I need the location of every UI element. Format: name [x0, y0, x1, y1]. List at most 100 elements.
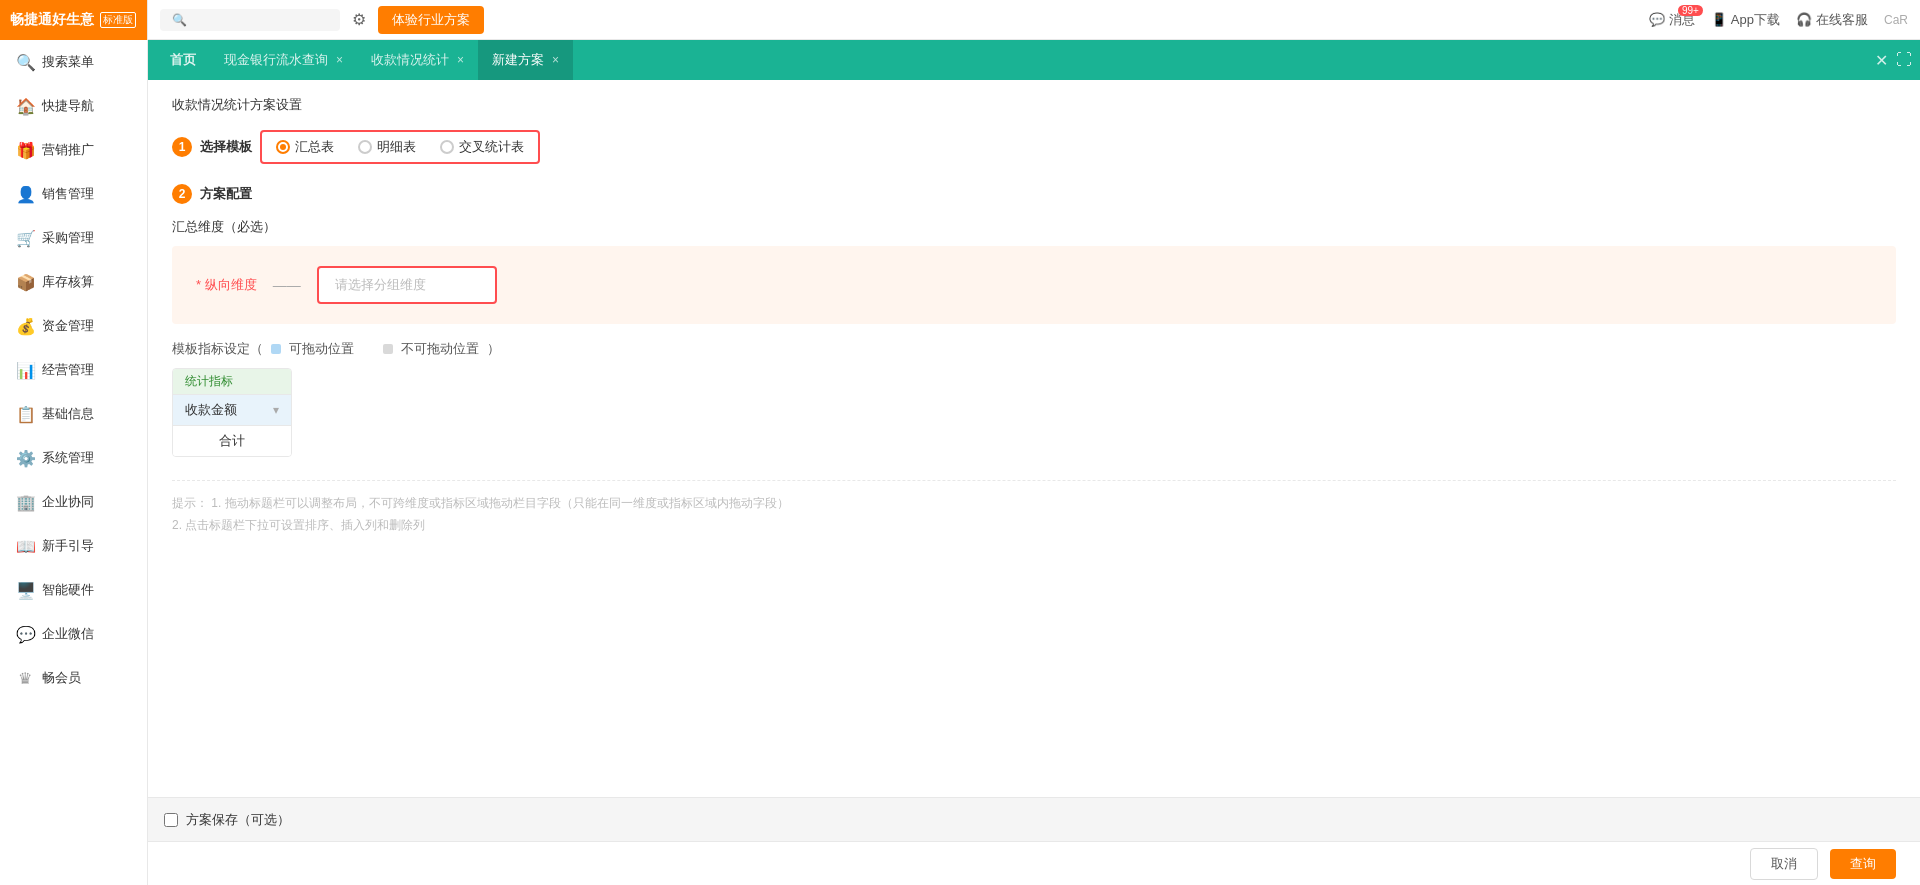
- tips-line2: 2. 点击标题栏下拉可设置排序、插入列和删除列: [172, 515, 1896, 537]
- user-icon: 👤: [16, 185, 34, 204]
- page-inner: 收款情况统计方案设置 1 选择模板 汇总表 明细表: [148, 80, 1920, 797]
- notification-button[interactable]: 💬 消息 99+: [1649, 11, 1695, 29]
- sidebar-item-weixin[interactable]: 💬 企业微信: [0, 612, 147, 656]
- logo-tag: 标准版: [100, 12, 136, 28]
- content-area: 收款情况统计方案设置 1 选择模板 汇总表 明细表: [148, 80, 1920, 841]
- tab-new-label: 新建方案: [492, 51, 544, 69]
- vip-icon: ♛: [16, 669, 34, 688]
- download-label: App下载: [1731, 11, 1780, 29]
- sidebar-item-sales[interactable]: 👤 销售管理: [0, 172, 147, 216]
- search-icon: 🔍: [16, 53, 34, 72]
- section-template: 1 选择模板 汇总表 明细表 交叉统计表: [172, 130, 1896, 164]
- close-tab-icon[interactable]: ✕: [1875, 51, 1888, 70]
- tab-home[interactable]: 首页: [156, 40, 210, 80]
- sidebar-item-label: 畅会员: [42, 669, 81, 687]
- radio-cross-label: 交叉统计表: [459, 138, 524, 156]
- sidebar-item-label: 智能硬件: [42, 581, 94, 599]
- trial-button[interactable]: 体验行业方案: [378, 6, 484, 34]
- search-icon: 🔍: [172, 13, 187, 27]
- sidebar-item-label: 快捷导航: [42, 97, 94, 115]
- gift-icon: 🎁: [16, 141, 34, 160]
- radio-detail-label: 明细表: [377, 138, 416, 156]
- sidebar-item-hardware[interactable]: 🖥️ 智能硬件: [0, 568, 147, 612]
- tab-collection-close[interactable]: ×: [457, 53, 464, 67]
- logo-text: 畅捷通好生意: [10, 11, 94, 29]
- sidebar-item-company[interactable]: 🏢 企业协同: [0, 480, 147, 524]
- config-section: 汇总维度（必选） * 纵向维度 —— 请选择分组维度 模板指标设定（ 可拖动位置: [172, 218, 1896, 460]
- tab-bank-close[interactable]: ×: [336, 53, 343, 67]
- metrics-item-label: 收款金额: [185, 401, 237, 419]
- tab-new-close[interactable]: ×: [552, 53, 559, 67]
- settings-icon[interactable]: ⚙: [348, 10, 370, 29]
- section2-title: 方案配置: [200, 185, 252, 203]
- tab-bank[interactable]: 现金银行流水查询 ×: [210, 40, 357, 80]
- metrics-sep: [362, 340, 375, 358]
- tab-new[interactable]: 新建方案 ×: [478, 40, 573, 80]
- section-config: 2 方案配置 汇总维度（必选） * 纵向维度 —— 请选择分组维度: [172, 184, 1896, 536]
- sidebar-item-guide[interactable]: 📖 新手引导: [0, 524, 147, 568]
- footer: 方案保存（可选）: [148, 797, 1920, 841]
- tabs-nav-right: ✕ ⛶: [1875, 51, 1912, 70]
- sidebar-item-operation[interactable]: 📊 经营管理: [0, 348, 147, 392]
- metrics-header-text: 模板指标设定（: [172, 340, 263, 358]
- sidebar-item-label: 企业微信: [42, 625, 94, 643]
- sidebar-logo: 畅捷通好生意 标准版: [0, 0, 147, 40]
- sidebar-item-purchase[interactable]: 🛒 采购管理: [0, 216, 147, 260]
- action-bar: 取消 查询: [148, 841, 1920, 885]
- sidebar-item-label: 营销推广: [42, 141, 94, 159]
- maximize-icon[interactable]: ⛶: [1896, 51, 1912, 69]
- download-icon: 📱: [1711, 12, 1727, 27]
- tab-collection[interactable]: 收款情况统计 ×: [357, 40, 478, 80]
- save-checkbox[interactable]: [164, 813, 178, 827]
- sidebar-item-basic[interactable]: 📋 基础信息: [0, 392, 147, 436]
- main-area: 🔍 ⚙ 体验行业方案 💬 消息 99+ 📱 App下载 🎧 在线客服 CaR 首…: [148, 0, 1920, 885]
- service-button[interactable]: 🎧 在线客服: [1796, 11, 1868, 29]
- section1-num: 1: [172, 137, 192, 157]
- download-button[interactable]: 📱 App下载: [1711, 11, 1780, 29]
- radio-detail-circle: [358, 140, 372, 154]
- metrics-total: 合计: [173, 426, 291, 456]
- sidebar-item-inventory[interactable]: 📦 库存核算: [0, 260, 147, 304]
- chat-icon: 💬: [16, 625, 34, 644]
- tabs-nav: 首页 现金银行流水查询 × 收款情况统计 × 新建方案 × ✕ ⛶: [148, 40, 1920, 80]
- sidebar-item-vip[interactable]: ♛ 畅会员: [0, 656, 147, 700]
- radio-summary-circle: [276, 140, 290, 154]
- sidebar-item-label: 基础信息: [42, 405, 94, 423]
- dimension-select[interactable]: 请选择分组维度: [317, 266, 497, 304]
- topbar: 🔍 ⚙ 体验行业方案 💬 消息 99+ 📱 App下载 🎧 在线客服 CaR: [148, 0, 1920, 40]
- sidebar-item-capital[interactable]: 💰 资金管理: [0, 304, 147, 348]
- section2-header: 2 方案配置: [172, 184, 1896, 204]
- radio-summary[interactable]: 汇总表: [276, 138, 334, 156]
- chevron-down-icon[interactable]: ▾: [273, 403, 279, 417]
- movable-dot: [271, 344, 281, 354]
- sidebar-item-search[interactable]: 🔍 搜索菜单: [0, 40, 147, 84]
- message-icon: 💬: [1649, 12, 1665, 27]
- dimension-placeholder: 请选择分组维度: [335, 277, 426, 292]
- movable-label: 可拖动位置: [289, 340, 354, 358]
- cart-icon: 🛒: [16, 229, 34, 248]
- template-radio-group: 汇总表 明细表 交叉统计表: [260, 130, 540, 164]
- cancel-button[interactable]: 取消: [1750, 848, 1818, 880]
- user-display[interactable]: CaR: [1884, 13, 1908, 27]
- metrics-group-label: 统计指标: [173, 369, 291, 395]
- book-icon: 📖: [16, 537, 34, 556]
- sidebar-item-system[interactable]: ⚙️ 系统管理: [0, 436, 147, 480]
- sidebar-item-label: 经营管理: [42, 361, 94, 379]
- radio-detail[interactable]: 明细表: [358, 138, 416, 156]
- sidebar-item-label: 企业协同: [42, 493, 94, 511]
- search-box[interactable]: 🔍: [160, 9, 340, 31]
- section1-header: 1 选择模板 汇总表 明细表 交叉统计表: [172, 130, 1896, 164]
- save-label: 方案保存（可选）: [186, 811, 290, 829]
- sidebar-item-label: 采购管理: [42, 229, 94, 247]
- section1-title: 选择模板: [200, 138, 252, 156]
- sidebar-item-label: 销售管理: [42, 185, 94, 203]
- sidebar-item-nav[interactable]: 🏠 快捷导航: [0, 84, 147, 128]
- metrics-item-revenue: 收款金额 ▾: [173, 395, 291, 426]
- gear-icon: ⚙️: [16, 449, 34, 468]
- sidebar-item-label: 资金管理: [42, 317, 94, 335]
- tab-bank-label: 现金银行流水查询: [224, 51, 328, 69]
- sidebar-item-label: 系统管理: [42, 449, 94, 467]
- sidebar-item-marketing[interactable]: 🎁 营销推广: [0, 128, 147, 172]
- radio-cross[interactable]: 交叉统计表: [440, 138, 524, 156]
- query-button[interactable]: 查询: [1830, 849, 1896, 879]
